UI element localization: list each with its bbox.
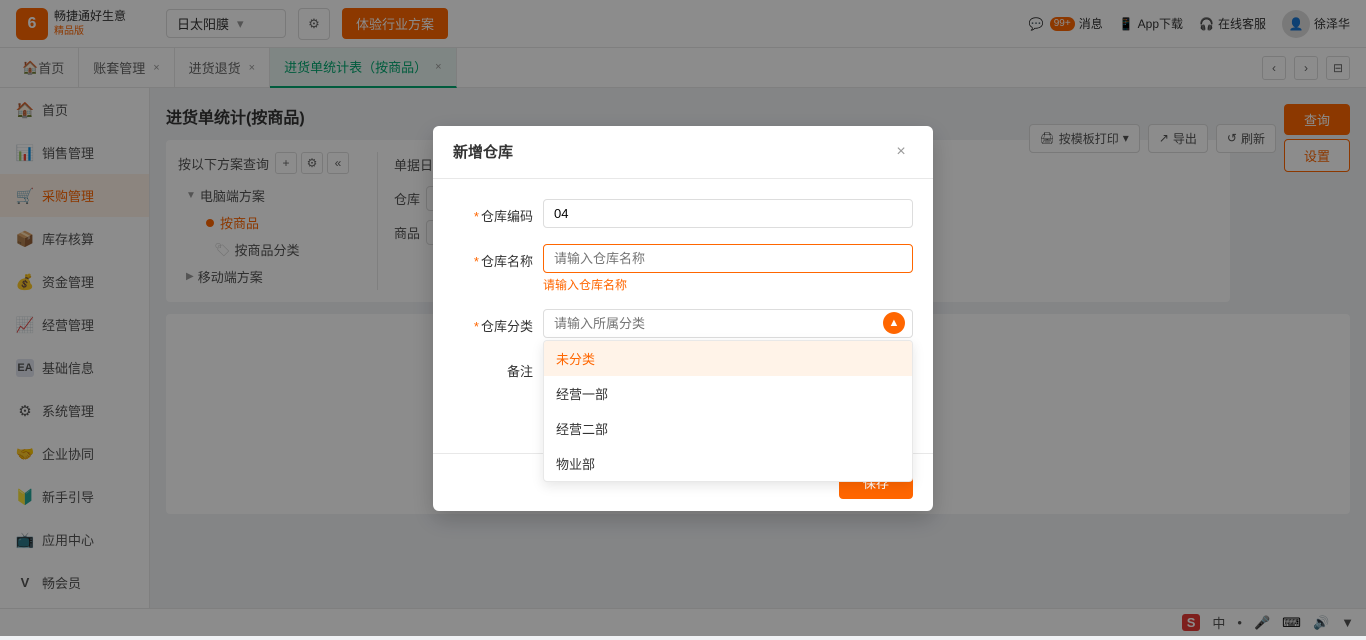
dropdown-item-dept1[interactable]: 经营一部 (544, 376, 912, 411)
name-input-wrap: 请输入仓库名称 (543, 244, 913, 293)
dialog-header: 新增仓库 × (433, 126, 933, 179)
category-input-wrap: ▲ 未分类 经营一部 经营二部 物业部 (543, 309, 913, 338)
dropdown-item-uncategorized[interactable]: 未分类 (544, 341, 912, 376)
category-dropdown: 未分类 经营一部 经营二部 物业部 (543, 340, 913, 482)
form-row-code: *仓库编码 (453, 199, 913, 228)
overlay: 新增仓库 × *仓库编码 *仓库名称 请输入仓库名称 (0, 0, 1366, 636)
form-row-category: *仓库分类 ▲ 未分类 经营一部 经营二部 物业部 (453, 309, 913, 338)
code-input[interactable] (543, 199, 913, 228)
category-label: *仓库分类 (453, 309, 533, 335)
code-input-wrap (543, 199, 913, 228)
name-error-tip: 请输入仓库名称 (543, 276, 913, 293)
form-row-name: *仓库名称 请输入仓库名称 (453, 244, 913, 293)
dialog-close-button[interactable]: × (889, 140, 913, 164)
category-dropdown-toggle[interactable]: ▲ (883, 312, 905, 334)
new-warehouse-dialog: 新增仓库 × *仓库编码 *仓库名称 请输入仓库名称 (433, 126, 933, 511)
dropdown-item-dept2[interactable]: 经营二部 (544, 411, 912, 446)
dialog-title: 新增仓库 (453, 141, 513, 162)
code-label: *仓库编码 (453, 199, 533, 225)
name-input[interactable] (543, 244, 913, 273)
category-input[interactable] (543, 309, 913, 338)
dropdown-item-dept3[interactable]: 物业部 (544, 446, 912, 481)
name-label: *仓库名称 (453, 244, 533, 270)
dialog-body: *仓库编码 *仓库名称 请输入仓库名称 *仓库分类 (433, 179, 933, 453)
notes-label: 备注 (453, 354, 533, 380)
